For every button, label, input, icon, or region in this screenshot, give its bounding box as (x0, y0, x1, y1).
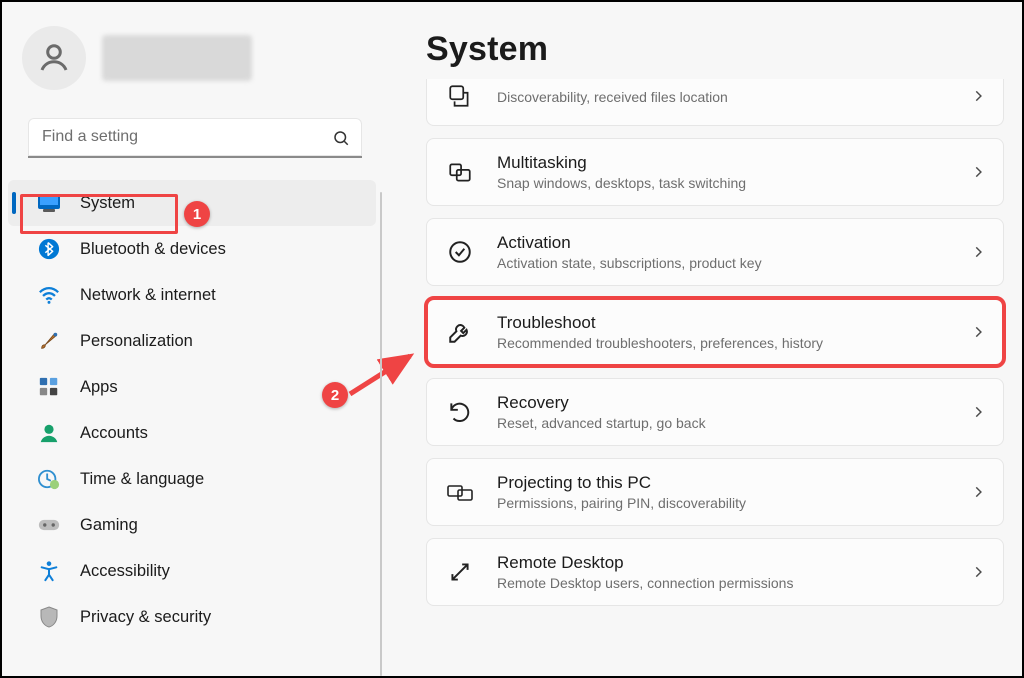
recovery-icon (445, 397, 475, 427)
sidebar-scrollbar[interactable] (380, 192, 382, 676)
card-projecting[interactable]: Projecting to this PC Permissions, pairi… (426, 458, 1004, 526)
card-title: Projecting to this PC (497, 473, 949, 493)
system-icon (38, 192, 60, 214)
chevron-right-icon (971, 485, 985, 499)
remote-desktop-icon (445, 557, 475, 587)
paintbrush-icon (38, 330, 60, 352)
sidebar-item-privacy[interactable]: Privacy & security (2, 594, 382, 640)
sidebar-item-label: Apps (80, 378, 118, 397)
sidebar-item-label: Accessibility (80, 562, 170, 581)
check-circle-icon (445, 237, 475, 267)
search-input[interactable] (28, 118, 362, 158)
sidebar-item-bluetooth[interactable]: Bluetooth & devices (2, 226, 382, 272)
card-body: Projecting to this PC Permissions, pairi… (497, 473, 949, 511)
main-panel: System Discoverability, received files l… (382, 2, 1022, 676)
shield-icon (38, 606, 60, 628)
card-subtitle: Remote Desktop users, connection permiss… (497, 575, 949, 591)
sidebar-item-label: Time & language (80, 470, 204, 489)
card-body: Remote Desktop Remote Desktop users, con… (497, 553, 949, 591)
card-subtitle: Permissions, pairing PIN, discoverabilit… (497, 495, 949, 511)
chevron-right-icon (971, 89, 985, 103)
card-body: Troubleshoot Recommended troubleshooters… (497, 313, 949, 351)
sidebar-item-label: Network & internet (80, 286, 216, 305)
card-subtitle: Discoverability, received files location (497, 89, 949, 105)
wrench-icon (445, 317, 475, 347)
card-title: Remote Desktop (497, 553, 949, 573)
sidebar-item-label: Accounts (80, 424, 148, 443)
sidebar-item-accessibility[interactable]: Accessibility (2, 548, 382, 594)
chevron-right-icon (971, 565, 985, 579)
sidebar-item-gaming[interactable]: Gaming (2, 502, 382, 548)
share-icon (445, 81, 475, 111)
nav-list: System Bluetooth & devices Network & int… (2, 180, 382, 640)
card-subtitle: Activation state, subscriptions, product… (497, 255, 949, 271)
user-header[interactable] (2, 20, 382, 90)
chevron-right-icon (971, 245, 985, 259)
user-name-redacted (102, 35, 252, 81)
sidebar-item-label: Bluetooth & devices (80, 240, 226, 259)
chevron-right-icon (971, 325, 985, 339)
card-troubleshoot[interactable]: Troubleshoot Recommended troubleshooters… (426, 298, 1004, 366)
card-remote-desktop[interactable]: Remote Desktop Remote Desktop users, con… (426, 538, 1004, 606)
card-multitasking[interactable]: Multitasking Snap windows, desktops, tas… (426, 138, 1004, 206)
annotation-badge-1: 1 (184, 201, 210, 227)
card-body: Recovery Reset, advanced startup, go bac… (497, 393, 949, 431)
multitasking-icon (445, 157, 475, 187)
sidebar-item-label: Gaming (80, 516, 138, 535)
card-nearby-sharing[interactable]: Discoverability, received files location (426, 79, 1004, 126)
search-container (28, 118, 362, 158)
bluetooth-icon (38, 238, 60, 260)
sidebar-item-accounts[interactable]: Accounts (2, 410, 382, 456)
settings-card-list: Discoverability, received files location… (426, 79, 1004, 606)
gamepad-icon (38, 514, 60, 536)
card-title: Troubleshoot (497, 313, 949, 333)
sidebar-item-label: System (80, 194, 135, 213)
sidebar-item-personalization[interactable]: Personalization (2, 318, 382, 364)
card-body: Multitasking Snap windows, desktops, tas… (497, 153, 949, 191)
card-body: Discoverability, received files location (497, 87, 949, 105)
card-body: Activation Activation state, subscriptio… (497, 233, 949, 271)
wifi-icon (38, 284, 60, 306)
card-title: Activation (497, 233, 949, 253)
sidebar: System Bluetooth & devices Network & int… (2, 2, 382, 676)
settings-window: System Bluetooth & devices Network & int… (0, 0, 1024, 678)
card-subtitle: Recommended troubleshooters, preferences… (497, 335, 949, 351)
avatar (22, 26, 86, 90)
card-title: Multitasking (497, 153, 949, 173)
sidebar-item-label: Personalization (80, 332, 193, 351)
search-icon (332, 129, 350, 147)
card-subtitle: Snap windows, desktops, task switching (497, 175, 949, 191)
card-activation[interactable]: Activation Activation state, subscriptio… (426, 218, 1004, 286)
page-title: System (426, 30, 1004, 69)
sidebar-item-label: Privacy & security (80, 608, 211, 627)
sidebar-item-network[interactable]: Network & internet (2, 272, 382, 318)
person-icon (36, 40, 72, 76)
card-subtitle: Reset, advanced startup, go back (497, 415, 949, 431)
card-title: Recovery (497, 393, 949, 413)
card-recovery[interactable]: Recovery Reset, advanced startup, go bac… (426, 378, 1004, 446)
chevron-right-icon (971, 405, 985, 419)
projecting-icon (445, 477, 475, 507)
accounts-icon (38, 422, 60, 444)
clock-globe-icon (38, 468, 60, 490)
apps-icon (38, 376, 60, 398)
chevron-right-icon (971, 165, 985, 179)
sidebar-item-time-language[interactable]: Time & language (2, 456, 382, 502)
annotation-badge-2: 2 (322, 382, 348, 408)
accessibility-icon (38, 560, 60, 582)
